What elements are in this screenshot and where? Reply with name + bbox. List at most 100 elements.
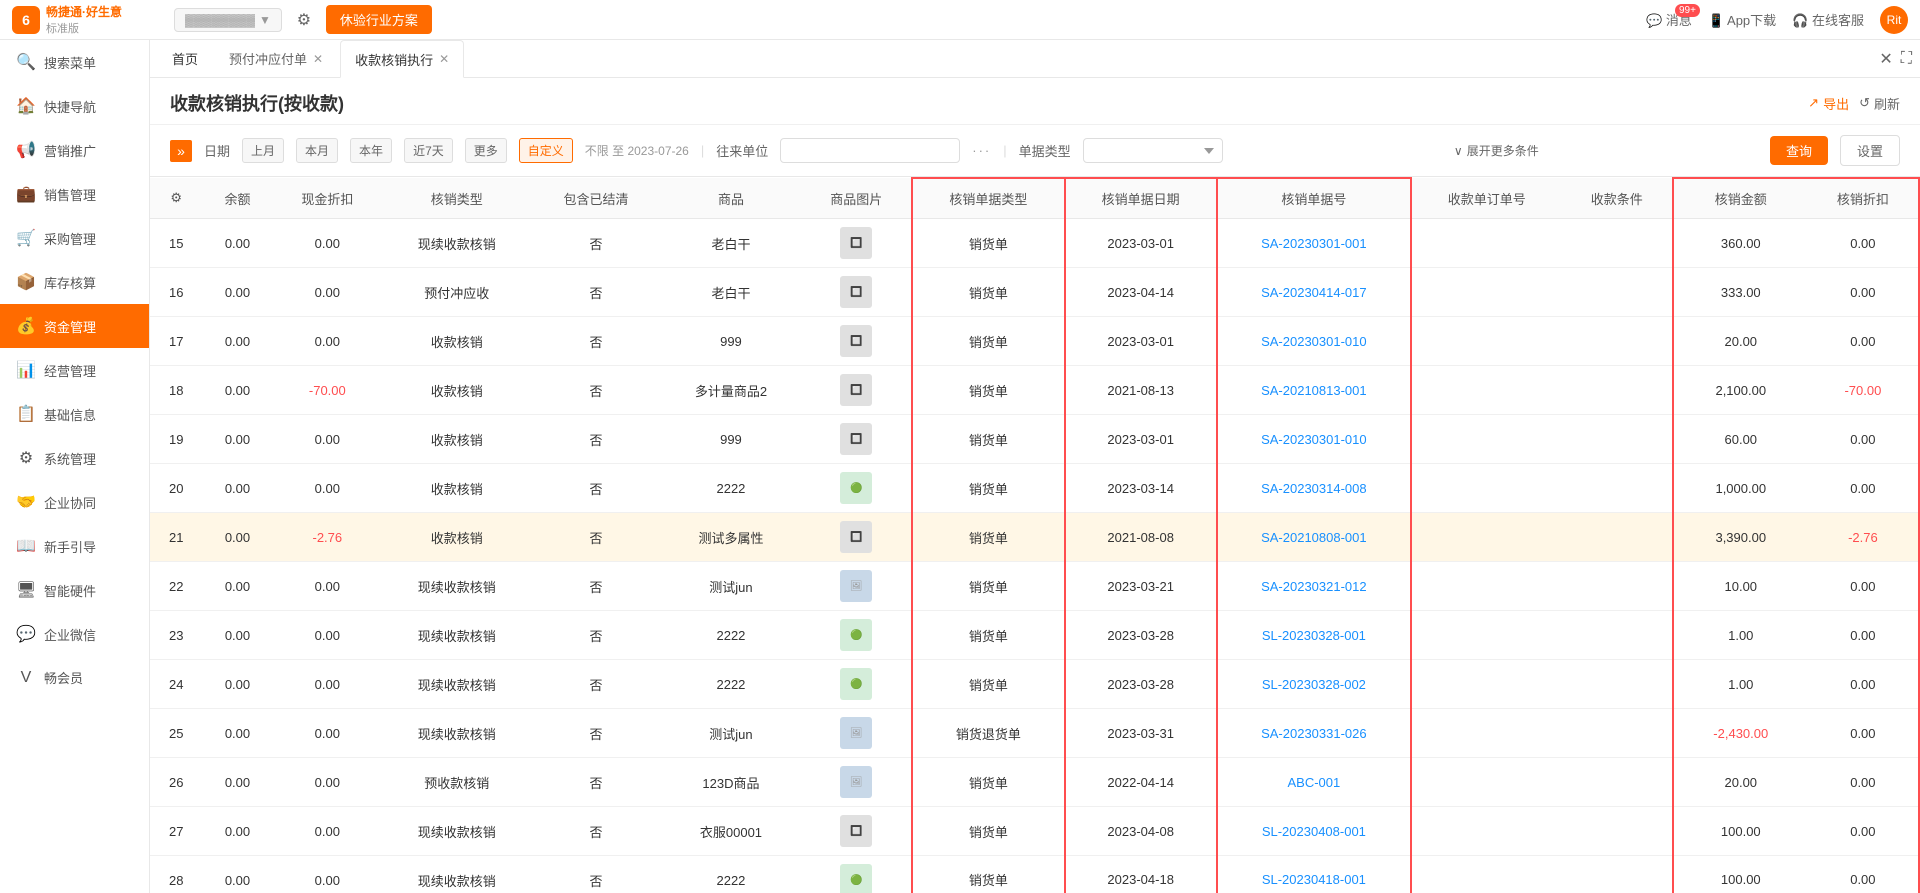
sidebar-item-系统管理[interactable]: ⚙系统管理 <box>0 436 149 480</box>
custom-date-btn[interactable]: 自定义 <box>519 138 573 163</box>
last-month-btn[interactable]: 上月 <box>242 138 284 163</box>
this-year-btn[interactable]: 本年 <box>350 138 392 163</box>
bill-no-link[interactable]: SA-20230301-010 <box>1261 334 1367 349</box>
bill-no-link[interactable]: SA-20210808-001 <box>1261 530 1367 545</box>
sidebar-item-基础信息[interactable]: 📋基础信息 <box>0 392 149 436</box>
th-settings[interactable]: ⚙ <box>150 178 202 219</box>
cell-bill-no[interactable]: SL-20230328-001 <box>1217 611 1411 660</box>
industry-button[interactable]: 休验行业方案 <box>326 5 432 34</box>
cell-amount: 1.00 <box>1673 660 1808 709</box>
close-tab-button[interactable]: ✕ <box>1879 49 1892 69</box>
customer-label: 往来单位 <box>716 141 768 160</box>
customer-input[interactable] <box>780 138 960 163</box>
tab-prepay-close[interactable]: ✕ <box>313 52 323 66</box>
tab-receivable[interactable]: 收款核销执行 ✕ <box>340 40 464 78</box>
sidebar-item-快捷导航[interactable]: 🏠 快捷导航 <box>0 84 149 128</box>
user-avatar[interactable]: Rit <box>1880 6 1908 34</box>
cell-balance: 0.00 <box>202 415 272 464</box>
cell-bill-date: 2023-03-01 <box>1065 219 1217 268</box>
cell-type: 预付冲应收 <box>382 268 531 317</box>
bill-no-link[interactable]: SL-20230328-001 <box>1262 628 1366 643</box>
sidebar-item-营销推广[interactable]: 📢营销推广 <box>0 128 149 172</box>
bill-no-link[interactable]: SA-20230301-010 <box>1261 432 1367 447</box>
export-button[interactable]: ↗ 导出 <box>1808 94 1849 113</box>
sidebar-item-销售管理[interactable]: 💼销售管理 <box>0 172 149 216</box>
bill-no-link[interactable]: SA-20230314-008 <box>1261 481 1367 496</box>
sidebar-item-智能硬件[interactable]: 🖥智能硬件 <box>0 568 149 612</box>
sidebar-label: 经营管理 <box>44 361 96 380</box>
sidebar-icon: 📢 <box>16 140 36 160</box>
sidebar-item-经营管理[interactable]: 📊 经营管理 <box>0 348 149 392</box>
company-selector[interactable]: ▓▓▓▓▓▓▓▓ ▼ <box>174 8 282 32</box>
expand-conditions[interactable]: ∨ 展开更多条件 <box>1454 142 1539 159</box>
bill-no-link[interactable]: SA-20230321-012 <box>1261 579 1367 594</box>
cell-bill-no[interactable]: SA-20210808-001 <box>1217 513 1411 562</box>
table-area[interactable]: ⚙ 余额 现金折扣 核销类型 包含已结清 商品 商品图片 核销单据类型 核销单据… <box>150 177 1920 893</box>
sidebar-icon: 📊 <box>16 360 36 380</box>
cell-product-img: 🔲 <box>801 513 912 562</box>
filter-toggle-button[interactable]: » <box>170 140 192 162</box>
sidebar-label: 快捷导航 <box>44 97 96 116</box>
cell-discount: 0.00 <box>1808 415 1919 464</box>
cell-bill-no[interactable]: SA-20230314-008 <box>1217 464 1411 513</box>
cell-bill-no[interactable]: SL-20230408-001 <box>1217 807 1411 856</box>
bill-no-link[interactable]: ABC-001 <box>1287 775 1340 790</box>
th-cash-discount: 现金折扣 <box>273 178 383 219</box>
settings-small-button[interactable]: 设置 <box>1840 135 1900 166</box>
bill-no-link[interactable]: SA-20210813-001 <box>1261 383 1367 398</box>
sidebar-icon: 🏠 <box>16 96 36 116</box>
tab-home[interactable]: 首页 <box>158 40 212 78</box>
sidebar-item-搜索菜单[interactable]: 🔍搜索菜单 <box>0 40 149 84</box>
cell-bill-date: 2023-04-18 <box>1065 856 1217 893</box>
last-7-days-btn[interactable]: 近7天 <box>404 138 453 163</box>
more-date-btn[interactable]: 更多 <box>465 138 507 163</box>
cell-cash-discount: 0.00 <box>273 219 383 268</box>
bill-no-link[interactable]: SL-20230408-001 <box>1262 824 1366 839</box>
notification-button[interactable]: 💬 消息 99+ <box>1646 10 1692 29</box>
cell-bill-no[interactable]: SA-20230301-010 <box>1217 415 1411 464</box>
cell-bill-no[interactable]: SA-20210813-001 <box>1217 366 1411 415</box>
sidebar-item-畅会员[interactable]: V畅会员 <box>0 656 149 699</box>
refresh-button[interactable]: ↺ 刷新 <box>1859 94 1900 113</box>
cell-cash-discount: -70.00 <box>273 366 383 415</box>
bill-no-link[interactable]: SL-20230418-001 <box>1262 872 1366 887</box>
cell-bill-no[interactable]: SL-20230418-001 <box>1217 856 1411 893</box>
sidebar-icon: 🤝 <box>16 492 36 512</box>
cell-bill-no[interactable]: SA-20230331-026 <box>1217 709 1411 758</box>
cell-bill-no[interactable]: SL-20230328-002 <box>1217 660 1411 709</box>
cell-no: 20 <box>150 464 202 513</box>
cell-included: 否 <box>531 562 660 611</box>
sidebar-item-企业协同[interactable]: 🤝企业协同 <box>0 480 149 524</box>
sidebar-label: 畅会员 <box>44 668 83 687</box>
sidebar-item-库存核算[interactable]: 📦库存核算 <box>0 260 149 304</box>
bill-no-link[interactable]: SA-20230301-001 <box>1261 236 1367 251</box>
sidebar-item-资金管理[interactable]: 💰资金管理 <box>0 304 149 348</box>
sidebar-item-企业微信[interactable]: 💬企业微信 <box>0 612 149 656</box>
settings-button[interactable]: ⚙ <box>290 6 318 34</box>
cell-bill-date: 2021-08-13 <box>1065 366 1217 415</box>
bill-type-select[interactable] <box>1083 138 1223 163</box>
cell-balance: 0.00 <box>202 562 272 611</box>
cell-bill-no[interactable]: ABC-001 <box>1217 758 1411 807</box>
this-month-btn[interactable]: 本月 <box>296 138 338 163</box>
tab-prepay[interactable]: 预付冲应付单 ✕ <box>214 40 338 78</box>
app-download[interactable]: 📱 App下载 <box>1708 10 1776 29</box>
sidebar-item-新手引导[interactable]: 📖新手引导 <box>0 524 149 568</box>
cell-bill-no[interactable]: SA-20230321-012 <box>1217 562 1411 611</box>
cell-bill-date: 2023-03-01 <box>1065 415 1217 464</box>
sidebar-icon: ⚙ <box>16 448 36 468</box>
query-button[interactable]: 查询 <box>1770 136 1828 165</box>
cell-cash-discount: 0.00 <box>273 415 383 464</box>
bill-no-link[interactable]: SA-20230331-026 <box>1261 726 1367 741</box>
tab-receivable-close[interactable]: ✕ <box>439 52 449 66</box>
bill-no-link[interactable]: SL-20230328-002 <box>1262 677 1366 692</box>
cell-bill-no[interactable]: SA-20230414-017 <box>1217 268 1411 317</box>
expand-tab-button[interactable]: ⛶ <box>1901 49 1912 69</box>
bill-no-link[interactable]: SA-20230414-017 <box>1261 285 1367 300</box>
cell-bill-no[interactable]: SA-20230301-001 <box>1217 219 1411 268</box>
online-service[interactable]: 🎧 在线客服 <box>1792 10 1864 29</box>
sidebar-item-采购管理[interactable]: 🛒采购管理 <box>0 216 149 260</box>
cell-product-img: 🟢 <box>801 660 912 709</box>
product-image: 🔲 <box>840 325 872 357</box>
cell-bill-no[interactable]: SA-20230301-010 <box>1217 317 1411 366</box>
